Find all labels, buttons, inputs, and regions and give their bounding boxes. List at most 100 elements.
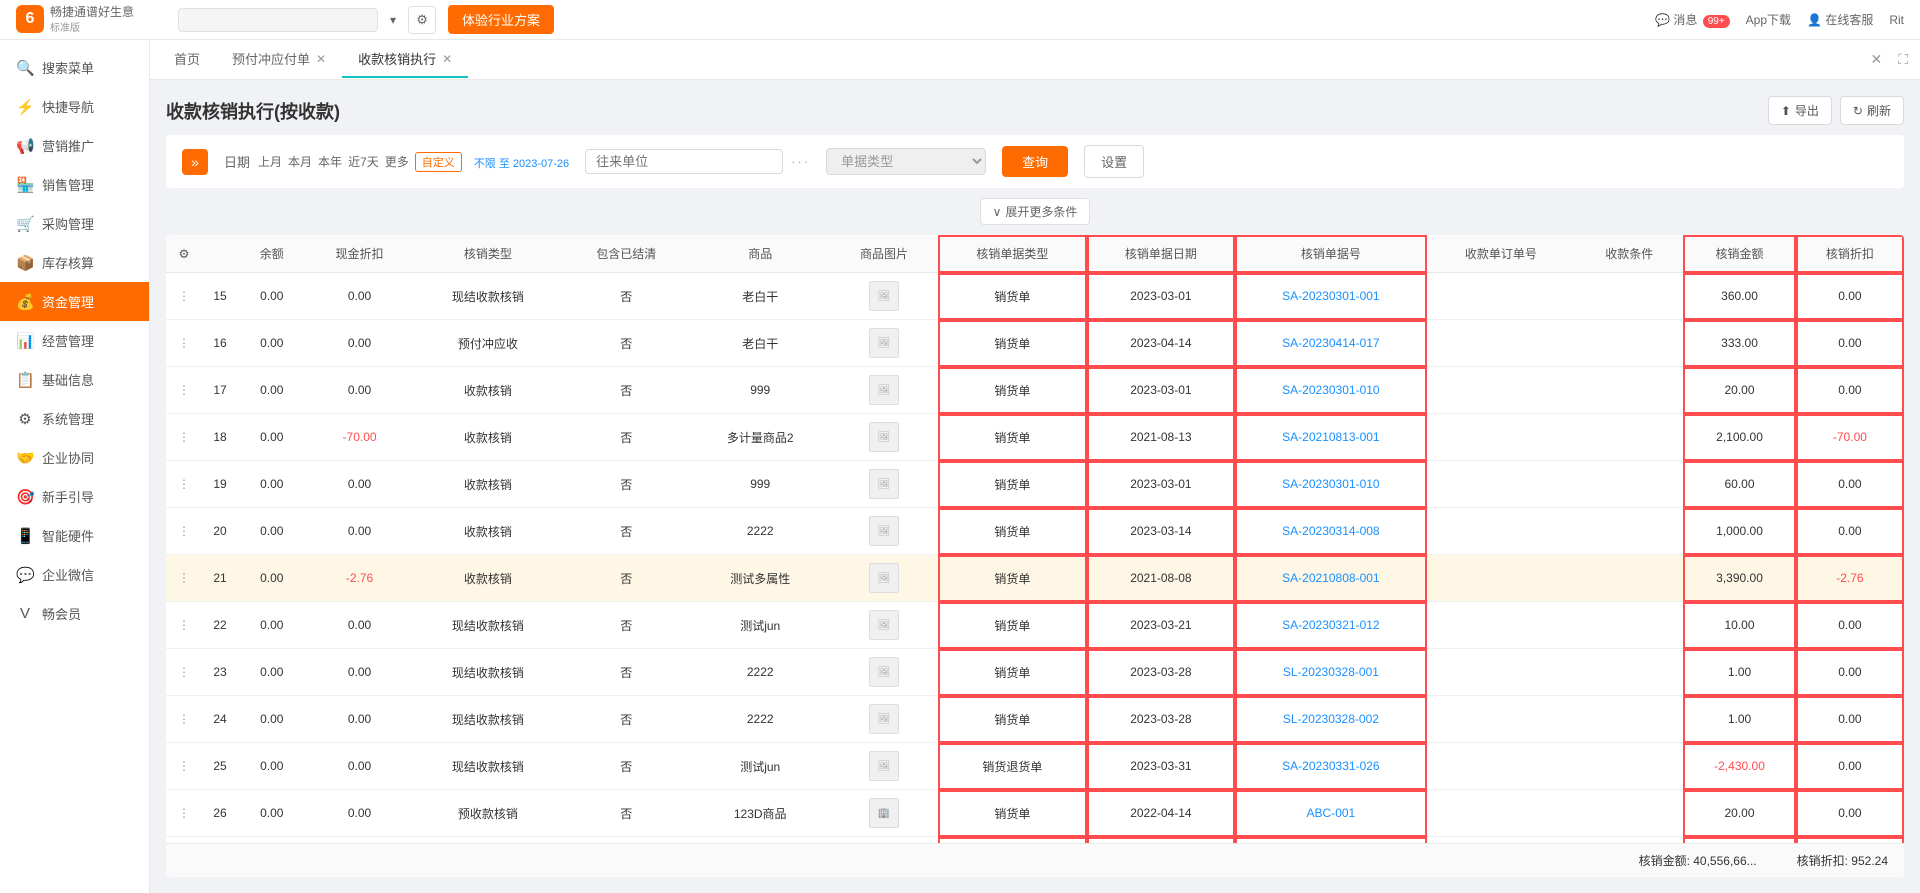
sidebar-item-enterprise-wechat[interactable]: 💬 企业微信 (0, 555, 149, 594)
cell-product-img: 🖼 (830, 367, 938, 414)
top-search-input[interactable] (178, 8, 378, 32)
sidebar-item-search-menu[interactable]: 🔍 搜索菜单 (0, 48, 149, 87)
tabs-right-actions: ✕ ⛶ (1866, 47, 1912, 72)
export-button[interactable]: ⬆ 导出 (1768, 96, 1832, 125)
cell-cancel-type: 预付冲应收 (414, 320, 563, 367)
bill-no-link[interactable]: SA-20230301-001 (1282, 289, 1379, 303)
expand-more-btn[interactable]: ∨ 展开更多条件 (980, 198, 1091, 225)
cell-bill-no: SA-20230321-012 (1235, 602, 1426, 649)
cell-cancel-type: 预收款核销 (414, 790, 563, 837)
cell-gear[interactable]: ⋮ (166, 555, 202, 602)
maximize-window-btn[interactable]: ⛶ (1894, 47, 1912, 72)
cell-cancel-amount: -2,430.00 (1683, 743, 1796, 790)
sidebar-item-business[interactable]: 📊 经营管理 (0, 321, 149, 360)
bill-no-link[interactable]: SA-20230314-008 (1282, 524, 1379, 538)
cell-cancel-type: 现结收款核销 (414, 696, 563, 743)
cell-gear[interactable]: ⋮ (166, 320, 202, 367)
bill-type-select[interactable]: 单据类型 (826, 148, 986, 175)
tab-collection[interactable]: 收款核销执行 ✕ (342, 41, 468, 78)
partner-input[interactable] (585, 149, 783, 174)
cell-cash-discount: 0.00 (306, 790, 414, 837)
sidebar-label-smart-hw: 智能硬件 (42, 526, 94, 545)
cell-settled: 否 (562, 508, 690, 555)
refresh-button[interactable]: ↻ 刷新 (1840, 96, 1904, 125)
data-table-container: ⚙ 余额 现金折扣 核销类型 包含已结清 商品 商品图片 核销单据类型 核销 (166, 235, 1904, 877)
bill-no-link[interactable]: SA-20210813-001 (1282, 430, 1379, 444)
cell-gear[interactable]: ⋮ (166, 414, 202, 461)
sidebar-item-purchase[interactable]: 🛒 采购管理 (0, 204, 149, 243)
cell-seq: 24 (202, 696, 238, 743)
sidebar-item-quick-nav[interactable]: ⚡ 快捷导航 (0, 87, 149, 126)
bill-no-link[interactable]: SA-20230301-010 (1282, 477, 1379, 491)
bill-no-link[interactable]: SA-20230331-026 (1282, 759, 1379, 773)
online-service-link[interactable]: 👤 在线客服 (1807, 11, 1873, 28)
bill-no-link[interactable]: SL-20230328-001 (1283, 665, 1379, 679)
app-download-link[interactable]: App下载 (1746, 11, 1791, 28)
cell-gear[interactable]: ⋮ (166, 743, 202, 790)
sidebar-item-basic-info[interactable]: 📋 基础信息 (0, 360, 149, 399)
query-button[interactable]: 查询 (1002, 146, 1068, 177)
bill-no-link[interactable]: SA-20230414-017 (1282, 336, 1379, 350)
th-gear[interactable]: ⚙ (166, 235, 202, 273)
date-filter-label: 日期 (224, 152, 250, 171)
bill-no-link[interactable]: ABC-001 (1307, 806, 1356, 820)
date-option-7days[interactable]: 近7天 (348, 153, 379, 170)
cell-settled: 否 (562, 743, 690, 790)
cell-gear[interactable]: ⋮ (166, 508, 202, 555)
th-product: 商品 (690, 235, 830, 273)
cell-gear[interactable]: ⋮ (166, 461, 202, 508)
settings-gear-button[interactable]: ⚙ (408, 6, 436, 34)
cell-seq: 19 (202, 461, 238, 508)
bill-no-link[interactable]: SA-20230301-010 (1282, 383, 1379, 397)
cell-gear[interactable]: ⋮ (166, 367, 202, 414)
cell-balance: 0.00 (238, 743, 306, 790)
top-dropdown[interactable]: ▾ (390, 13, 396, 27)
bill-no-link[interactable]: SA-20230321-012 (1282, 618, 1379, 632)
sidebar-item-vip[interactable]: V 畅会员 (0, 594, 149, 633)
cell-settled: 否 (562, 790, 690, 837)
notification-area[interactable]: 💬 消息 99+ (1655, 11, 1730, 28)
tab-collection-close[interactable]: ✕ (442, 52, 452, 66)
sidebar-item-sales[interactable]: 🏪 销售管理 (0, 165, 149, 204)
cell-receipt-cond (1575, 743, 1683, 790)
cell-gear[interactable]: ⋮ (166, 602, 202, 649)
cell-gear[interactable]: ⋮ (166, 696, 202, 743)
page-title: 收款核销执行(按收款) (166, 98, 340, 124)
bill-no-link[interactable]: SA-20210808-001 (1282, 571, 1379, 585)
cell-product-img: 🖼 (830, 696, 938, 743)
sidebar-item-newbie[interactable]: 🎯 新手引导 (0, 477, 149, 516)
column-settings-icon[interactable]: ⚙ (179, 247, 190, 261)
cell-gear[interactable]: ⋮ (166, 790, 202, 837)
bill-no-link[interactable]: SL-20230328-002 (1283, 712, 1379, 726)
cell-bill-date: 2023-03-21 (1087, 602, 1236, 649)
sidebar-item-marketing[interactable]: 📢 营销推广 (0, 126, 149, 165)
bill-type-filter-group: 单据类型 (826, 148, 986, 175)
filter-settings-button[interactable]: 设置 (1084, 145, 1144, 178)
date-option-this-month[interactable]: 本月 (288, 153, 312, 170)
tab-home[interactable]: 首页 (158, 41, 216, 78)
date-option-more[interactable]: 更多 (385, 153, 409, 170)
sidebar-item-smart-hw[interactable]: 📱 智能硬件 (0, 516, 149, 555)
sidebar-item-finance[interactable]: 💰 资金管理 (0, 282, 149, 321)
cell-bill-no: SL-20230328-001 (1235, 649, 1426, 696)
cell-gear[interactable]: ⋮ (166, 273, 202, 320)
sidebar-item-enterprise-coop[interactable]: 🤝 企业协同 (0, 438, 149, 477)
filter-expand-btn[interactable]: » (182, 149, 208, 175)
cell-gear[interactable]: ⋮ (166, 649, 202, 696)
date-option-last-month[interactable]: 上月 (258, 153, 282, 170)
date-custom-btn[interactable]: 自定义 (415, 152, 462, 172)
partner-dots[interactable]: ··· (791, 154, 810, 169)
industry-btn[interactable]: 体验行业方案 (448, 5, 554, 34)
refresh-icon: ↻ (1853, 104, 1863, 118)
sidebar-item-system[interactable]: ⚙ 系统管理 (0, 399, 149, 438)
date-option-this-year[interactable]: 本年 (318, 153, 342, 170)
cell-balance: 0.00 (238, 602, 306, 649)
sidebar-item-inventory[interactable]: 📦 库存核算 (0, 243, 149, 282)
tab-prepay-close[interactable]: ✕ (316, 52, 326, 66)
table-scroll-area[interactable]: ⚙ 余额 现金折扣 核销类型 包含已结清 商品 商品图片 核销单据类型 核销 (166, 235, 1904, 843)
user-avatar[interactable]: Rit (1889, 13, 1904, 27)
close-window-btn[interactable]: ✕ (1866, 47, 1886, 72)
cell-balance: 0.00 (238, 461, 306, 508)
tab-prepay-label: 预付冲应付单 (232, 49, 310, 68)
tab-prepay[interactable]: 预付冲应付单 ✕ (216, 41, 342, 78)
